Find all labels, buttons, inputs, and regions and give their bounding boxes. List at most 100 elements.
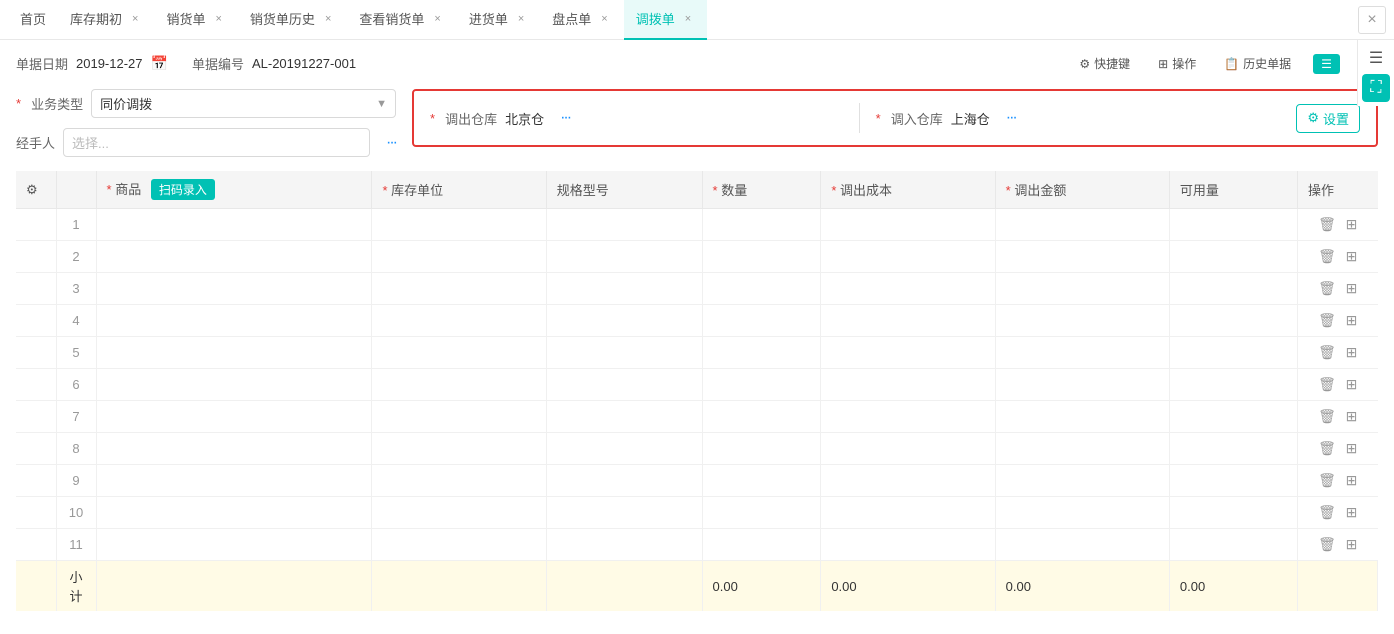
row-unit-cell[interactable] — [372, 497, 546, 529]
copy-icon[interactable]: ⊞ — [1346, 344, 1358, 360]
row-amount-cell[interactable] — [995, 241, 1169, 273]
row-product-cell[interactable] — [96, 305, 372, 337]
row-cost-cell[interactable] — [821, 465, 995, 497]
row-amount-cell[interactable] — [995, 401, 1169, 433]
row-quantity-cell[interactable] — [702, 241, 821, 273]
row-unit-cell[interactable] — [372, 433, 546, 465]
tab-close-sales-history[interactable]: × — [321, 11, 335, 27]
delete-icon[interactable]: 🗑 — [1318, 344, 1336, 360]
tab-home[interactable]: 首页 — [8, 0, 58, 40]
row-spec-cell[interactable] — [546, 529, 702, 561]
shortcut-btn[interactable]: ⚙ 快捷键 — [1073, 52, 1136, 75]
row-quantity-cell[interactable] — [702, 465, 821, 497]
row-available-cell[interactable] — [1169, 241, 1297, 273]
row-amount-cell[interactable] — [995, 369, 1169, 401]
tab-transfer-order[interactable]: 调拨单 × — [624, 0, 707, 40]
gear-icon[interactable]: ⚙ — [26, 182, 38, 197]
row-cost-cell[interactable] — [821, 305, 995, 337]
delete-icon[interactable]: 🗑 — [1318, 472, 1336, 488]
row-cost-cell[interactable] — [821, 369, 995, 401]
row-spec-cell[interactable] — [546, 273, 702, 305]
handler-select[interactable]: 选择... — [63, 128, 370, 157]
copy-icon[interactable]: ⊞ — [1346, 440, 1358, 456]
warehouse-in-ellipsis-icon[interactable]: ··· — [1006, 109, 1016, 127]
side-list-icon[interactable]: ☰ — [1362, 44, 1390, 72]
tab-close-sales-order[interactable]: × — [211, 11, 225, 27]
row-unit-cell[interactable] — [372, 529, 546, 561]
tab-close-purchase-order[interactable]: × — [514, 11, 528, 27]
row-available-cell[interactable] — [1169, 305, 1297, 337]
row-spec-cell[interactable] — [546, 433, 702, 465]
row-quantity-cell[interactable] — [702, 433, 821, 465]
row-product-cell[interactable] — [96, 433, 372, 465]
row-cost-cell[interactable] — [821, 497, 995, 529]
row-spec-cell[interactable] — [546, 401, 702, 433]
row-product-cell[interactable] — [96, 401, 372, 433]
copy-icon[interactable]: ⊞ — [1346, 504, 1358, 520]
th-setting[interactable]: ⚙ — [16, 171, 56, 209]
tab-bar-close-button[interactable]: × — [1358, 6, 1386, 34]
row-unit-cell[interactable] — [372, 369, 546, 401]
copy-icon[interactable]: ⊞ — [1346, 472, 1358, 488]
row-available-cell[interactable] — [1169, 497, 1297, 529]
warehouse-out-ellipsis-icon[interactable]: ··· — [560, 109, 570, 127]
delete-icon[interactable]: 🗑 — [1318, 216, 1336, 232]
settings-button[interactable]: ⚙ 设置 — [1296, 104, 1360, 133]
row-spec-cell[interactable] — [546, 209, 702, 241]
row-cost-cell[interactable] — [821, 337, 995, 369]
tab-close-inventory-init[interactable]: × — [128, 11, 142, 27]
row-product-cell[interactable] — [96, 465, 372, 497]
row-quantity-cell[interactable] — [702, 209, 821, 241]
row-unit-cell[interactable] — [372, 465, 546, 497]
row-cost-cell[interactable] — [821, 273, 995, 305]
row-cost-cell[interactable] — [821, 433, 995, 465]
tab-view-sales[interactable]: 查看销货单 × — [347, 0, 456, 40]
row-product-cell[interactable] — [96, 497, 372, 529]
row-quantity-cell[interactable] — [702, 497, 821, 529]
copy-icon[interactable]: ⊞ — [1346, 408, 1358, 424]
tab-purchase-order[interactable]: 进货单 × — [457, 0, 540, 40]
layout-btn1[interactable]: ☰ — [1313, 54, 1340, 74]
copy-icon[interactable]: ⊞ — [1346, 376, 1358, 392]
row-spec-cell[interactable] — [546, 369, 702, 401]
delete-icon[interactable]: 🗑 — [1318, 312, 1336, 328]
row-available-cell[interactable] — [1169, 209, 1297, 241]
row-cost-cell[interactable] — [821, 241, 995, 273]
row-available-cell[interactable] — [1169, 401, 1297, 433]
row-available-cell[interactable] — [1169, 337, 1297, 369]
row-product-cell[interactable] — [96, 369, 372, 401]
row-unit-cell[interactable] — [372, 241, 546, 273]
row-quantity-cell[interactable] — [702, 529, 821, 561]
row-quantity-cell[interactable] — [702, 305, 821, 337]
calendar-icon[interactable]: 📅 — [151, 55, 168, 72]
copy-icon[interactable]: ⊞ — [1346, 280, 1358, 296]
delete-icon[interactable]: 🗑 — [1318, 440, 1336, 456]
row-amount-cell[interactable] — [995, 209, 1169, 241]
row-cost-cell[interactable] — [821, 529, 995, 561]
row-unit-cell[interactable] — [372, 209, 546, 241]
side-expand-icon[interactable]: ⛶ — [1362, 74, 1390, 102]
row-amount-cell[interactable] — [995, 305, 1169, 337]
row-available-cell[interactable] — [1169, 369, 1297, 401]
row-cost-cell[interactable] — [821, 209, 995, 241]
tab-close-transfer-order[interactable]: × — [681, 11, 695, 27]
copy-icon[interactable]: ⊞ — [1346, 248, 1358, 264]
row-quantity-cell[interactable] — [702, 273, 821, 305]
row-amount-cell[interactable] — [995, 465, 1169, 497]
row-spec-cell[interactable] — [546, 241, 702, 273]
row-spec-cell[interactable] — [546, 465, 702, 497]
business-type-select[interactable]: 同价调拨 ▼ — [91, 89, 396, 118]
row-quantity-cell[interactable] — [702, 337, 821, 369]
delete-icon[interactable]: 🗑 — [1318, 504, 1336, 520]
row-product-cell[interactable] — [96, 273, 372, 305]
delete-icon[interactable]: 🗑 — [1318, 408, 1336, 424]
row-cost-cell[interactable] — [821, 401, 995, 433]
row-amount-cell[interactable] — [995, 273, 1169, 305]
row-quantity-cell[interactable] — [702, 401, 821, 433]
operation-btn[interactable]: ⊞ 操作 — [1152, 52, 1202, 75]
row-product-cell[interactable] — [96, 529, 372, 561]
handler-ellipsis-icon[interactable]: ··· — [386, 134, 396, 152]
row-unit-cell[interactable] — [372, 273, 546, 305]
tab-sales-order[interactable]: 销货单 × — [154, 0, 237, 40]
row-spec-cell[interactable] — [546, 305, 702, 337]
